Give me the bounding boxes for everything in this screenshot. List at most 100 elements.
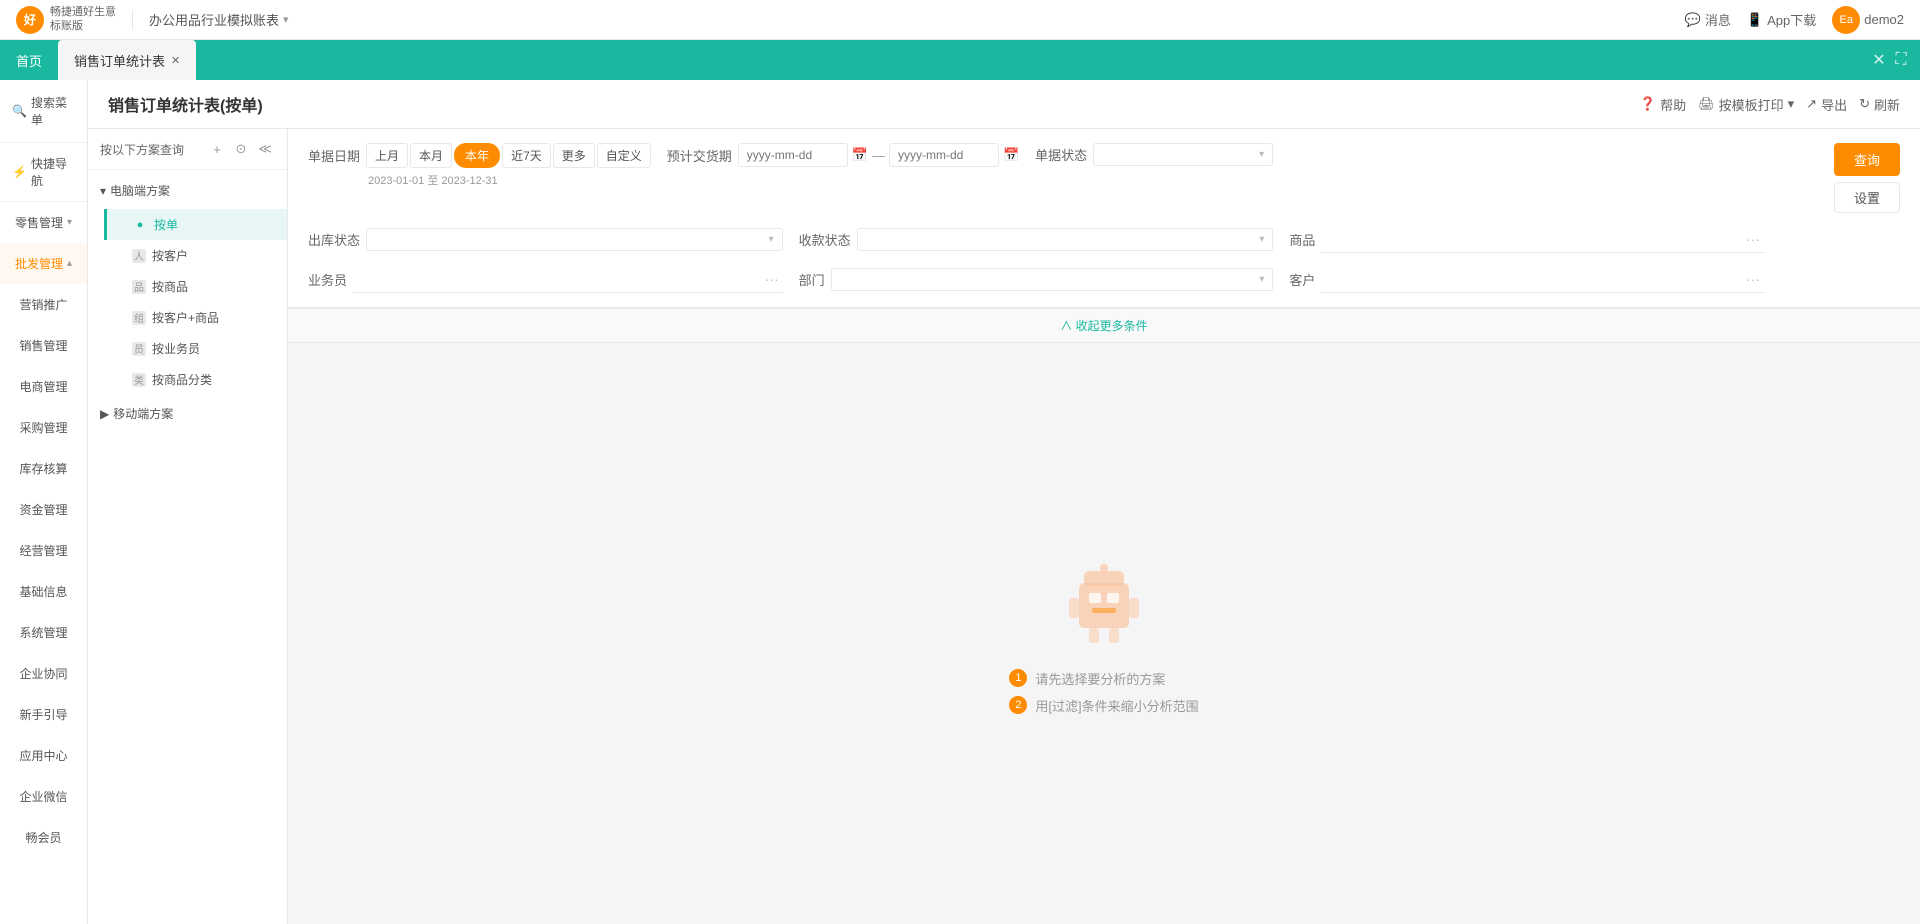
tree-item-by-order[interactable]: ● 按单 [104,209,287,240]
chevron-up-icon: ▴ [67,258,72,269]
dept-select[interactable]: ▾ [831,268,1274,291]
expected-date-label: 预计交货期 [667,146,732,165]
empty-hint-1: 1 请先选择要分析的方案 [1009,669,1198,688]
system-title[interactable]: 办公用品行业模拟账表 ▾ [149,10,289,29]
empty-state: 1 请先选择要分析的方案 2 用[过滤]条件来缩小分析范围 [288,343,1920,924]
tree-item-by-customer[interactable]: 人 按客户 [104,240,287,271]
avatar: Ea [1832,6,1860,34]
sidebar-nav: ⚡ 快捷导航 [0,143,87,202]
print-button[interactable]: 🖨 按模板打印 ▾ [1698,95,1794,114]
tab-home[interactable]: 首页 [0,40,58,80]
filter-row-3: 业务员 ··· 部门 ▾ [308,265,1900,293]
export-button[interactable]: ↗ 导出 [1806,95,1847,114]
date-btn-this-year[interactable]: 本年 [454,143,500,168]
tree-item-by-category[interactable]: 类 按商品分类 [104,364,287,395]
date-range-display: 2023-01-01 至 2023-12-31 [308,172,651,188]
tree-section: ▾ 电脑端方案 ● 按单 人 按客户 品 [88,170,287,434]
add-scheme-button[interactable]: + [207,139,227,159]
refresh-button[interactable]: ↻ 刷新 [1859,95,1900,114]
customer-col: 客户 ··· [1289,265,1764,293]
window-close-button[interactable]: ✕ [1872,53,1886,67]
sidebar-item-purchase[interactable]: 采购管理 [0,407,87,448]
sidebar-item-retail[interactable]: 零售管理 ▾ [0,202,87,243]
message-button[interactable]: 💬 消息 [1685,10,1731,29]
top-bar-right: 💬 消息 📱 App下载 Ea demo2 [1685,6,1904,34]
expected-date-from[interactable] [738,143,848,167]
expected-date-to[interactable] [889,143,999,167]
sidebar-item-appstore[interactable]: 应用中心 [0,735,87,776]
payment-status-col: 收款状态 ▾ [799,228,1274,251]
salesman-col: 业务员 ··· [308,265,783,293]
sidebar-menu: 零售管理 ▾ 批发管理 ▴ 营销推广 销售管理 电商管理 采购管理 库存核算 [0,202,87,924]
sidebar-item-ops[interactable]: 经营管理 [0,530,87,571]
sidebar-nav-shortcuts[interactable]: ⚡ 快捷导航 [0,147,87,197]
ship-select-arrow-icon: ▾ [769,234,774,245]
sidebar-item-marketing[interactable]: 营销推广 [0,284,87,325]
sidebar-item-member[interactable]: 畅会员 [0,817,87,858]
sidebar-search[interactable]: 🔍 搜索菜单 [0,88,87,134]
status-label: 单据状态 [1035,145,1087,164]
calendar-from-icon[interactable]: 📅 [852,147,868,163]
help-button[interactable]: ❓ 帮助 [1640,95,1686,114]
customer-input[interactable]: ··· [1321,265,1764,293]
customer-dots[interactable]: ··· [1746,271,1760,287]
top-bar: 好 畅捷通好生意 标账版 办公用品行业模拟账表 ▾ 💬 消息 📱 App下载 E… [0,0,1920,40]
salesman-input[interactable]: ··· [353,265,783,293]
salesman-dots[interactable]: ··· [765,271,779,287]
tree-group-desktop[interactable]: ▾ 电脑端方案 [88,176,287,205]
empty-hints: 1 请先选择要分析的方案 2 用[过滤]条件来缩小分析范围 [1009,669,1198,715]
sidebar-item-system[interactable]: 系统管理 [0,612,87,653]
sidebar-item-ecommerce[interactable]: 电商管理 [0,366,87,407]
status-select-arrow-icon: ▾ [1259,149,1264,160]
ship-status-select[interactable]: ▾ [366,228,783,251]
tab-close-icon[interactable]: ✕ [171,54,180,67]
ship-status-col: 出库状态 ▾ [308,228,783,251]
date-btn-more[interactable]: 更多 [553,143,595,168]
sidebar-item-wechat[interactable]: 企业微信 [0,776,87,817]
ship-status-label: 出库状态 [308,230,360,249]
payment-select-arrow-icon: ▾ [1259,234,1264,245]
calendar-to-icon[interactable]: 📅 [1003,147,1019,163]
help-icon: ❓ [1640,96,1656,112]
inner-layout: 按以下方案查询 + ⊙ ≪ ▾ 电脑端方案 ● 按单 [88,129,1920,924]
settings-button[interactable]: 设置 [1834,182,1900,213]
status-section: 单据状态 ▾ [1035,143,1273,166]
by-cust-goods-icon: 组 [132,311,146,325]
top-bar-left: 好 畅捷通好生意 标账版 办公用品行业模拟账表 ▾ [16,6,289,34]
tree-item-by-goods[interactable]: 品 按商品 [104,271,287,302]
app-download-button[interactable]: 📱 App下载 [1747,10,1816,29]
query-button[interactable]: 查询 [1834,143,1900,176]
tab-bar: 首页 销售订单统计表 ✕ ✕ ⛶ [0,40,1920,80]
date-btn-last-month[interactable]: 上月 [366,143,408,168]
tree-group-mobile[interactable]: ▶ 移动端方案 [88,399,287,428]
customer-label: 客户 [1289,270,1315,289]
filter-area: 单据日期 上月 本月 本年 近7天 更多 自定义 2023 [288,129,1920,308]
tree-item-by-cust-goods[interactable]: 组 按客户+商品 [104,302,287,333]
date-btn-custom[interactable]: 自定义 [597,143,651,168]
filter-row-2: 出库状态 ▾ 收款状态 ▾ [308,225,1900,253]
user-avatar[interactable]: Ea demo2 [1832,6,1904,34]
goods-dots[interactable]: ··· [1746,231,1760,247]
window-maximize-button[interactable]: ⛶ [1894,53,1908,67]
collapse-panel-button[interactable]: ≪ [255,139,275,159]
payment-status-label: 收款状态 [799,230,851,249]
edit-scheme-button[interactable]: ⊙ [231,139,251,159]
goods-input[interactable]: ··· [1321,225,1764,253]
by-customer-icon: 人 [132,249,146,263]
salesman-label: 业务员 [308,270,347,289]
sidebar-item-newbie[interactable]: 新手引导 [0,694,87,735]
sidebar-item-wholesale[interactable]: 批发管理 ▴ [0,243,87,284]
date-btn-7days[interactable]: 近7天 [502,143,551,168]
hint-num-1: 1 [1009,669,1027,687]
payment-status-select[interactable]: ▾ [857,228,1274,251]
status-select[interactable]: ▾ [1093,143,1273,166]
sidebar-item-basic[interactable]: 基础信息 [0,571,87,612]
sidebar-item-sales-mgmt[interactable]: 销售管理 [0,325,87,366]
date-btn-this-month[interactable]: 本月 [410,143,452,168]
sidebar-item-finance[interactable]: 资金管理 [0,489,87,530]
sidebar-item-collab[interactable]: 企业协同 [0,653,87,694]
sidebar-item-inventory[interactable]: 库存核算 [0,448,87,489]
collapse-bar[interactable]: ∧ 收起更多条件 [288,308,1920,343]
tab-sales-stats[interactable]: 销售订单统计表 ✕ [58,40,196,80]
tree-item-by-salesman[interactable]: 员 按业务员 [104,333,287,364]
